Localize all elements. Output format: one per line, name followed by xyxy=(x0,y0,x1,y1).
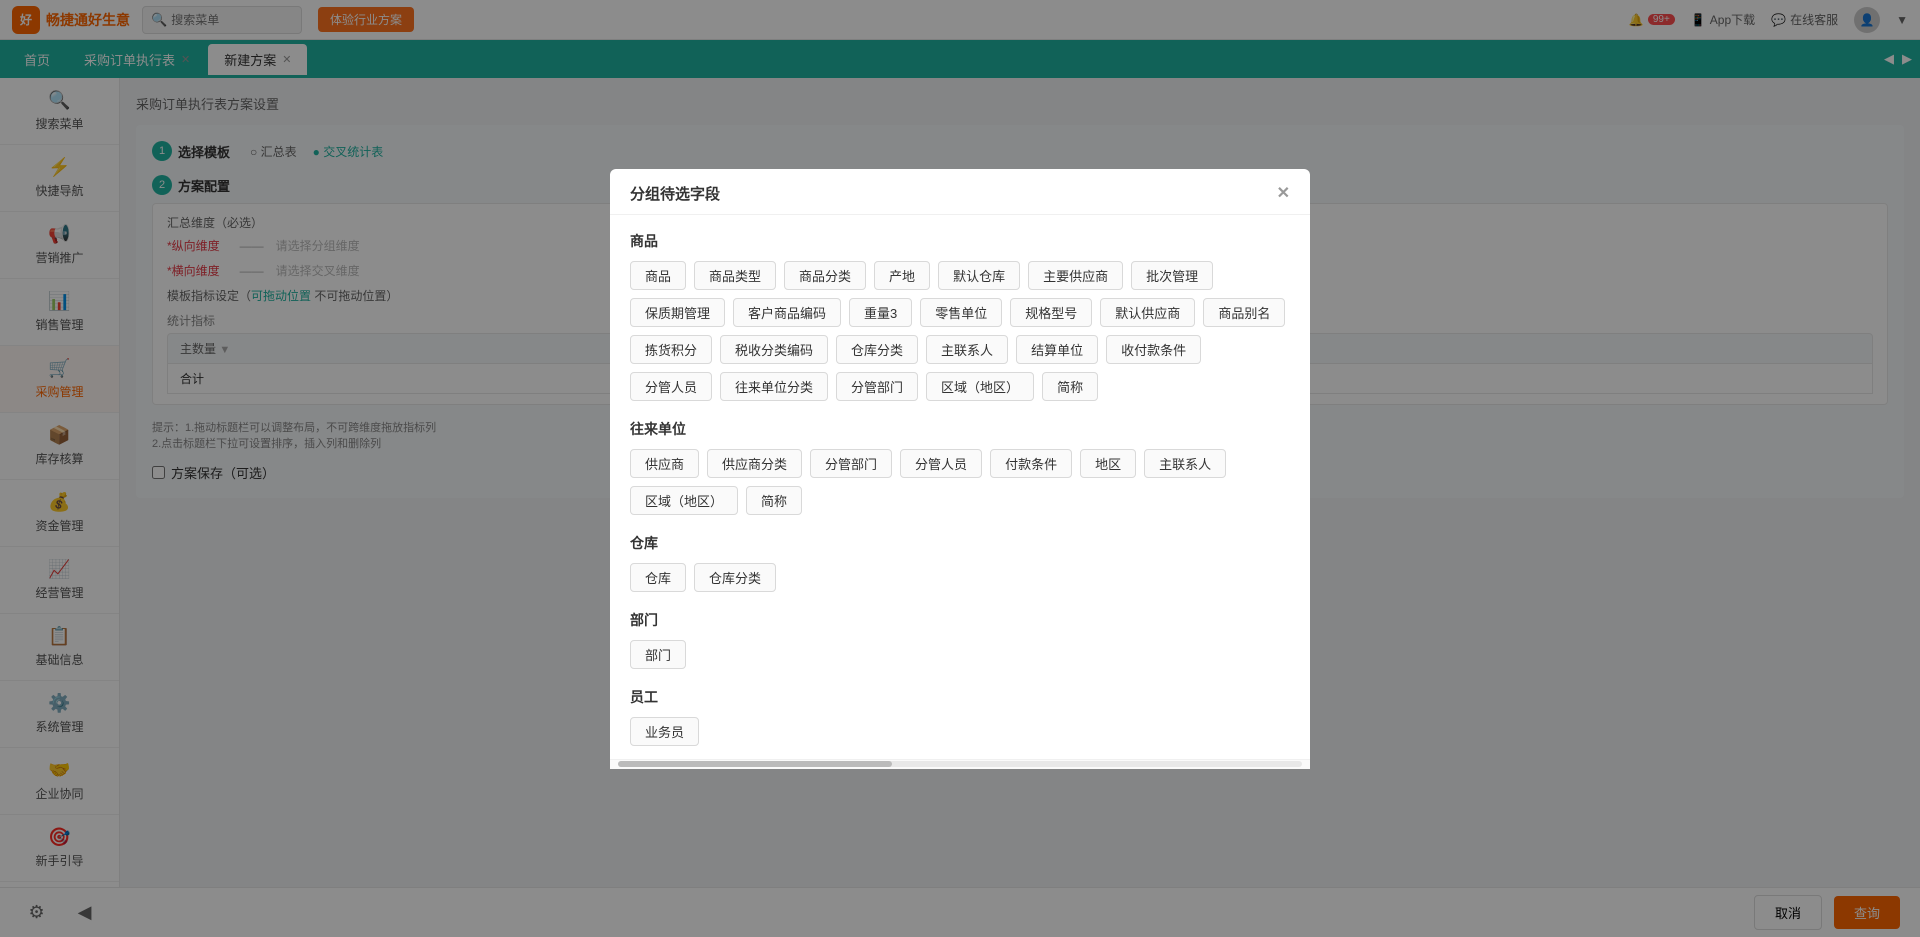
modal-overlay: 分组待选字段 ✕ 商品商品商品类型商品分类产地默认仓库主要供应商批次管理保质期管… xyxy=(0,0,1920,937)
field-tag[interactable]: 区域（地区） xyxy=(926,372,1034,401)
field-tags: 商品商品类型商品分类产地默认仓库主要供应商批次管理保质期管理客户商品编码重量3 零… xyxy=(630,261,1290,401)
field-tag[interactable]: 商品别名 xyxy=(1203,298,1285,327)
field-section-部门: 部门部门 xyxy=(630,610,1290,669)
modal-title: 分组待选字段 xyxy=(630,183,720,204)
field-tag[interactable]: 主要供应商 xyxy=(1028,261,1123,290)
field-tag[interactable]: 主联系人 xyxy=(926,335,1008,364)
field-tags: 仓库仓库分类 xyxy=(630,563,1290,592)
modal-header: 分组待选字段 ✕ xyxy=(610,169,1310,215)
field-tags: 部门 xyxy=(630,640,1290,669)
field-tags: 业务员 xyxy=(630,717,1290,746)
modal-body[interactable]: 商品商品商品类型商品分类产地默认仓库主要供应商批次管理保质期管理客户商品编码重量… xyxy=(610,215,1310,759)
field-tag[interactable]: 简称 xyxy=(746,486,802,515)
field-tag[interactable]: 拣货积分 xyxy=(630,335,712,364)
modal-close-button[interactable]: ✕ xyxy=(1277,183,1290,203)
field-tag[interactable]: 仓库分类 xyxy=(694,563,776,592)
field-tag[interactable]: 规格型号 xyxy=(1010,298,1092,327)
field-tag[interactable]: 客户商品编码 xyxy=(733,298,841,327)
field-tag[interactable]: 结算单位 xyxy=(1016,335,1098,364)
field-tag[interactable]: 默认仓库 xyxy=(938,261,1020,290)
field-tag[interactable]: 重量3 xyxy=(849,298,912,327)
section-title: 商品 xyxy=(630,231,1290,251)
field-tag[interactable]: 供应商 xyxy=(630,449,699,478)
field-tags: 供应商供应商分类分管部门分管人员付款条件地区主联系人区域（地区） 简称 xyxy=(630,449,1290,515)
field-tag[interactable]: 往来单位分类 xyxy=(720,372,828,401)
section-title: 部门 xyxy=(630,610,1290,630)
section-title: 仓库 xyxy=(630,533,1290,553)
field-tag[interactable]: 收付款条件 xyxy=(1106,335,1201,364)
modal-dialog: 分组待选字段 ✕ 商品商品商品类型商品分类产地默认仓库主要供应商批次管理保质期管… xyxy=(610,169,1310,769)
field-section-往来单位: 往来单位供应商供应商分类分管部门分管人员付款条件地区主联系人区域（地区） 简称 xyxy=(630,419,1290,515)
field-tag[interactable]: 部门 xyxy=(630,640,686,669)
field-tag[interactable]: 仓库 xyxy=(630,563,686,592)
hscroll-track xyxy=(618,761,1302,767)
field-tag[interactable]: 主联系人 xyxy=(1144,449,1226,478)
field-tag[interactable]: 零售单位 xyxy=(920,298,1002,327)
section-title: 员工 xyxy=(630,687,1290,707)
field-tag[interactable]: 商品 xyxy=(630,261,686,290)
hscroll-thumb[interactable] xyxy=(618,761,892,767)
field-tag[interactable]: 简称 xyxy=(1042,372,1098,401)
field-tag[interactable]: 区域（地区） xyxy=(630,486,738,515)
field-section-商品: 商品商品商品类型商品分类产地默认仓库主要供应商批次管理保质期管理客户商品编码重量… xyxy=(630,231,1290,401)
field-tag[interactable]: 分管人员 xyxy=(900,449,982,478)
field-tag[interactable]: 商品类型 xyxy=(694,261,776,290)
field-tag[interactable]: 付款条件 xyxy=(990,449,1072,478)
field-tag[interactable]: 批次管理 xyxy=(1131,261,1213,290)
field-section-员工: 员工业务员 xyxy=(630,687,1290,746)
field-tag[interactable]: 仓库分类 xyxy=(836,335,918,364)
field-tag[interactable]: 业务员 xyxy=(630,717,699,746)
field-section-仓库: 仓库仓库仓库分类 xyxy=(630,533,1290,592)
field-tag[interactable]: 分管部门 xyxy=(836,372,918,401)
field-tag[interactable]: 供应商分类 xyxy=(707,449,802,478)
field-tag[interactable]: 地区 xyxy=(1080,449,1136,478)
field-tag[interactable]: 分管人员 xyxy=(630,372,712,401)
field-tag[interactable]: 商品分类 xyxy=(784,261,866,290)
field-tag[interactable]: 产地 xyxy=(874,261,930,290)
field-tag[interactable]: 默认供应商 xyxy=(1100,298,1195,327)
modal-horizontal-scrollbar[interactable] xyxy=(610,759,1310,769)
field-tag[interactable]: 分管部门 xyxy=(810,449,892,478)
section-title: 往来单位 xyxy=(630,419,1290,439)
field-tag[interactable]: 保质期管理 xyxy=(630,298,725,327)
field-tag[interactable]: 税收分类编码 xyxy=(720,335,828,364)
